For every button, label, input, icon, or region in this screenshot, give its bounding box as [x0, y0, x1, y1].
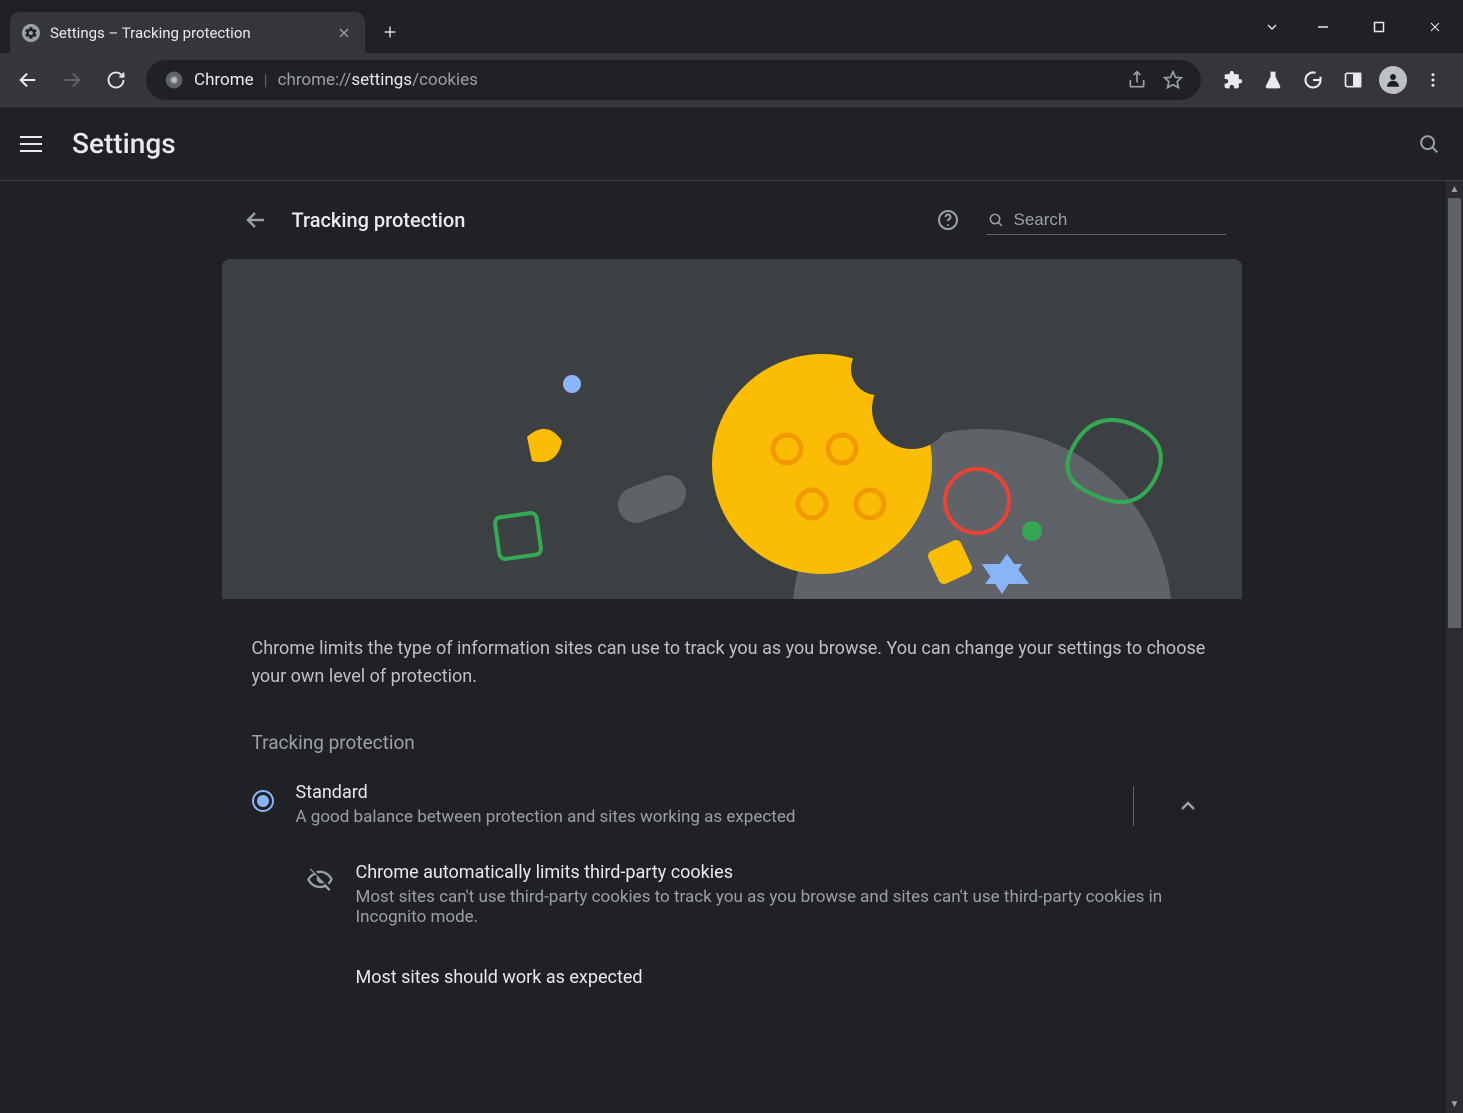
option-divider: [1133, 786, 1134, 826]
help-icon[interactable]: [934, 206, 962, 234]
labs-flask-icon[interactable]: [1259, 66, 1287, 94]
radio-standard[interactable]: [252, 790, 274, 812]
browser-menu-icon[interactable]: [1419, 66, 1447, 94]
placeholder-icon: [306, 971, 334, 999]
browser-tab[interactable]: Settings – Tracking protection: [10, 12, 365, 53]
option-standard-title: Standard: [296, 782, 1103, 803]
detail-cookies-body: Most sites can't use third-party cookies…: [356, 887, 1212, 927]
window-minimize-button[interactable]: [1295, 7, 1351, 47]
vertical-scrollbar[interactable]: ▲ ▼: [1446, 181, 1463, 1113]
page-description: Chrome limits the type of information si…: [222, 599, 1242, 691]
search-icon: [988, 211, 1004, 229]
page-search-field[interactable]: [986, 206, 1226, 235]
tracking-illustration: [222, 259, 1242, 599]
window-controls: [1249, 0, 1463, 53]
window-maximize-button[interactable]: [1351, 7, 1407, 47]
browser-toolbar: Chrome | chrome://settings/cookies: [0, 53, 1463, 107]
profile-avatar[interactable]: [1379, 66, 1407, 94]
page-back-button[interactable]: [238, 202, 274, 238]
tab-title: Settings – Tracking protection: [50, 24, 325, 42]
nav-back-button[interactable]: [8, 60, 48, 100]
settings-header: Settings: [0, 107, 1463, 181]
nav-forward-button[interactable]: [52, 60, 92, 100]
page-search-input[interactable]: [1014, 210, 1224, 230]
detail-cookies-title: Chrome automatically limits third-party …: [356, 862, 1212, 883]
page-title: Tracking protection: [292, 208, 466, 232]
section-label: Tracking protection: [222, 691, 1242, 754]
new-tab-button[interactable]: [373, 15, 407, 49]
bookmark-star-icon[interactable]: [1163, 70, 1183, 90]
window-titlebar: Settings – Tracking protection: [0, 0, 1463, 53]
window-close-button[interactable]: [1407, 7, 1463, 47]
scrollbar-thumb[interactable]: [1448, 198, 1461, 628]
google-g-icon[interactable]: [1299, 66, 1327, 94]
content-column: Tracking protection: [222, 181, 1242, 999]
tab-search-button[interactable]: [1249, 7, 1295, 47]
extensions-puzzle-icon[interactable]: [1219, 66, 1247, 94]
detail-compat-row: Most sites should work as expected: [222, 927, 1242, 999]
content-card: [222, 259, 1242, 599]
detail-compat-title: Most sites should work as expected: [356, 967, 1212, 988]
option-standard-row[interactable]: Standard A good balance between protecti…: [222, 754, 1242, 830]
scrollbar-down-arrow[interactable]: ▼: [1446, 1096, 1463, 1113]
omnibox-separator: |: [264, 70, 268, 89]
omnibox-url: chrome://settings/cookies: [278, 70, 478, 90]
settings-viewport: Tracking protection: [0, 181, 1463, 1113]
close-tab-icon[interactable]: [335, 24, 353, 42]
omnibox[interactable]: Chrome | chrome://settings/cookies: [146, 60, 1201, 100]
page-header: Tracking protection: [222, 181, 1242, 259]
option-standard-subtitle: A good balance between protection and si…: [296, 807, 1103, 827]
extension-icons: [1211, 66, 1455, 94]
omnibox-origin-label: Chrome: [194, 70, 254, 90]
scrollbar-up-arrow[interactable]: ▲: [1446, 181, 1463, 198]
visibility-off-icon: [306, 866, 334, 894]
settings-search-button[interactable]: [1415, 130, 1443, 158]
expand-collapse-button[interactable]: [1164, 782, 1212, 830]
chrome-icon: [164, 70, 184, 90]
gear-icon: [22, 24, 40, 42]
share-icon[interactable]: [1127, 70, 1147, 90]
nav-reload-button[interactable]: [96, 60, 136, 100]
menu-hamburger-icon[interactable]: [20, 130, 48, 158]
side-panel-icon[interactable]: [1339, 66, 1367, 94]
detail-cookies-row: Chrome automatically limits third-party …: [222, 830, 1242, 927]
app-title: Settings: [72, 127, 176, 160]
